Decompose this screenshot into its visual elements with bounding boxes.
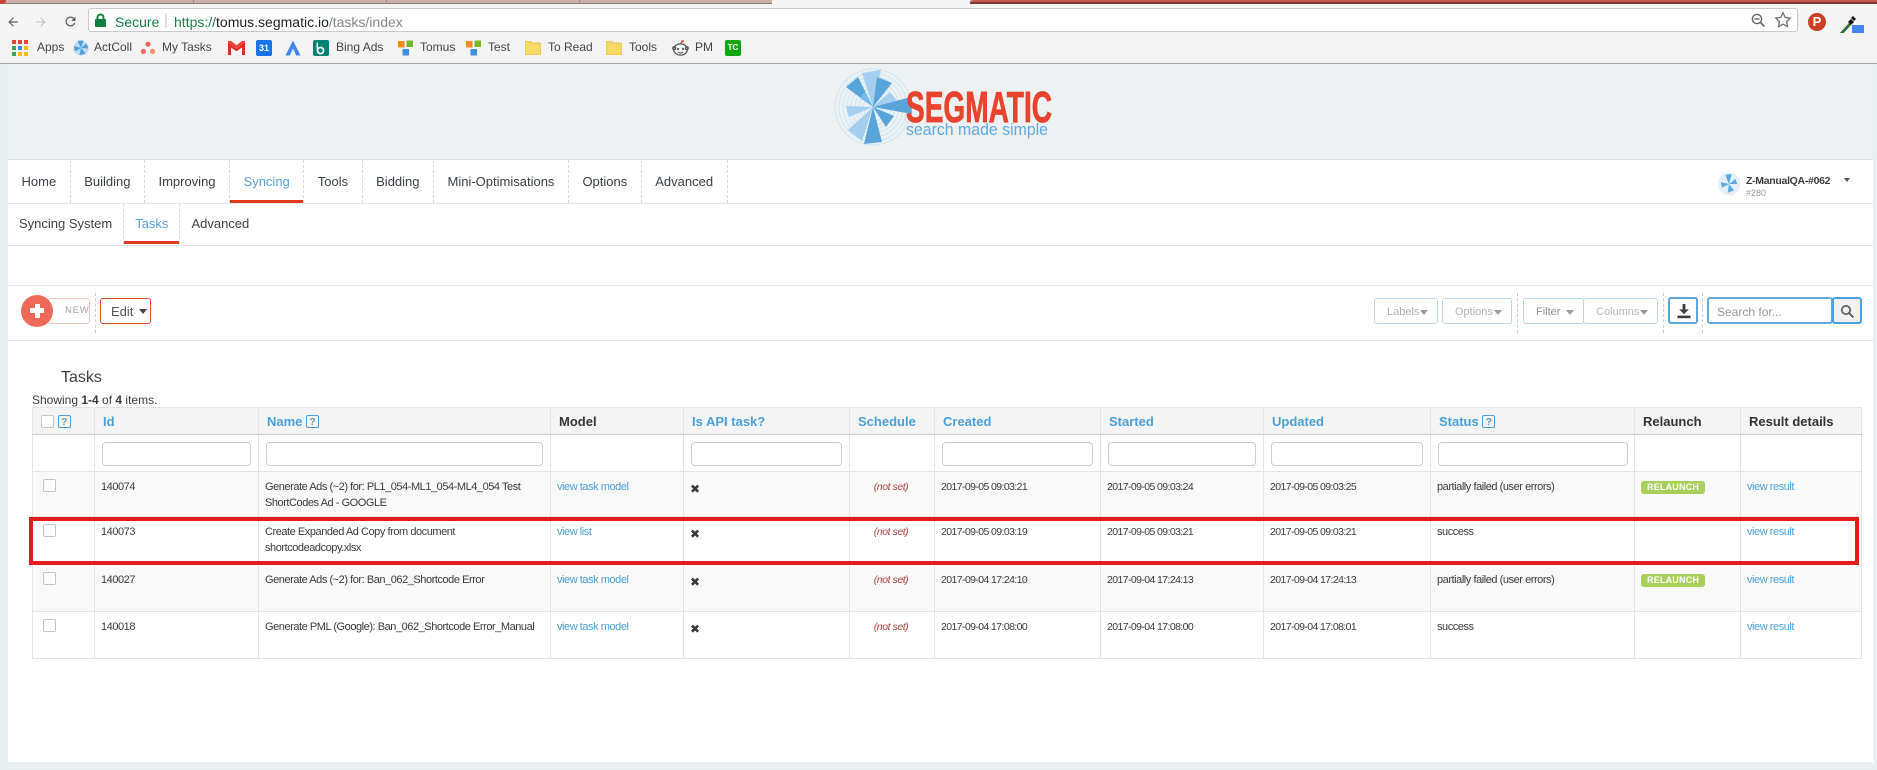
- svg-text:search made simple: search made simple: [906, 120, 1048, 139]
